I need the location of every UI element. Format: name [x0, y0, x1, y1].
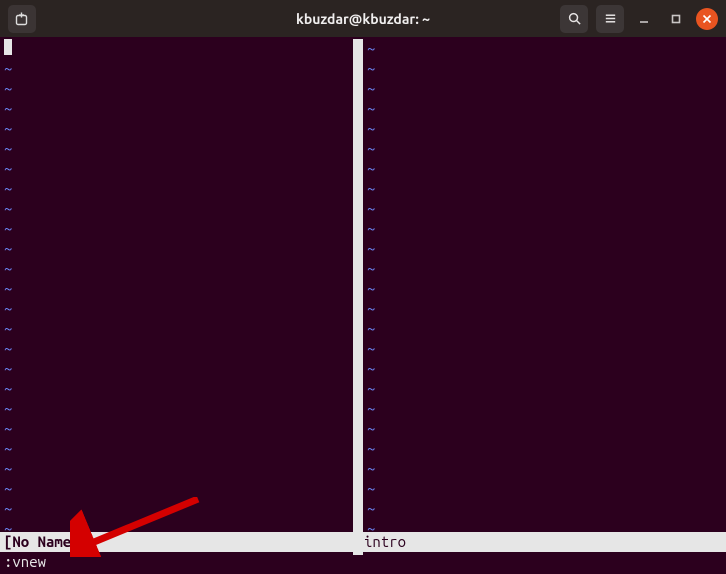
tilde-marker: ~ [367, 179, 375, 199]
tilde-marker: ~ [367, 479, 375, 499]
tilde-marker: ~ [367, 139, 375, 159]
tilde-marker: ~ [4, 259, 12, 279]
tilde-marker: ~ [4, 179, 12, 199]
tilde-marker: ~ [367, 359, 375, 379]
tilde-marker: ~ [4, 339, 12, 359]
minimize-icon [638, 13, 650, 25]
tilde-marker: ~ [367, 379, 375, 399]
tilde-marker: ~ [4, 139, 12, 159]
tilde-marker: ~ [4, 239, 12, 259]
tilde-marker: ~ [367, 239, 375, 259]
tilde-marker: ~ [4, 459, 12, 479]
close-button[interactable] [696, 8, 718, 30]
tilde-marker: ~ [367, 439, 375, 459]
tilde-marker: ~ [4, 199, 12, 219]
tilde-marker: ~ [367, 459, 375, 479]
window-title: kbuzdar@kbuzdar: ~ [296, 11, 430, 27]
tilde-marker: ~ [367, 419, 375, 439]
tilde-marker: ~ [4, 159, 12, 179]
vim-command-line[interactable]: :vnew [4, 552, 46, 572]
tilde-marker: ~ [4, 119, 12, 139]
tilde-marker: ~ [367, 499, 375, 519]
tilde-marker: ~ [367, 79, 375, 99]
tilde-marker: ~ [4, 479, 12, 499]
tilde-marker: ~ [4, 299, 12, 319]
vim-status-bar: [No Name] intro [0, 532, 726, 552]
tilde-marker: ~ [4, 99, 12, 119]
tilde-marker: ~ [4, 319, 12, 339]
tilde-marker: ~ [367, 319, 375, 339]
maximize-icon [670, 13, 682, 25]
tilde-marker: ~ [4, 279, 12, 299]
search-icon [567, 11, 582, 26]
tilde-marker: ~ [4, 59, 12, 79]
tilde-marker: ~ [367, 279, 375, 299]
tilde-marker: ~ [367, 119, 375, 139]
tilde-marker: ~ [367, 159, 375, 179]
tilde-marker: ~ [4, 399, 12, 419]
new-tab-icon [14, 11, 30, 27]
tilde-marker: ~ [4, 219, 12, 239]
tilde-marker: ~ [4, 499, 12, 519]
tilde-marker: ~ [4, 359, 12, 379]
tilde-marker: ~ [367, 59, 375, 79]
menu-icon [603, 11, 618, 26]
menu-button[interactable] [596, 5, 624, 33]
new-tab-button[interactable] [8, 5, 36, 33]
status-left-filename: [No Name] [0, 532, 80, 552]
titlebar: kbuzdar@kbuzdar: ~ [0, 0, 726, 37]
cursor [4, 39, 12, 55]
tilde-marker: ~ [367, 199, 375, 219]
tilde-marker: ~ [367, 299, 375, 319]
tilde-marker: ~ [367, 399, 375, 419]
search-button[interactable] [560, 5, 588, 33]
tilde-marker: ~ [4, 439, 12, 459]
close-icon [702, 14, 712, 24]
tilde-marker: ~ [367, 99, 375, 119]
tilde-marker: ~ [367, 339, 375, 359]
terminal-area[interactable]: ~~~~~~~~~~~~~~~~~~~~~~~~ ~~~~~~~~~~~~~~~… [0, 37, 726, 574]
tilde-marker: ~ [4, 79, 12, 99]
tilde-marker: ~ [367, 219, 375, 239]
tilde-marker: ~ [367, 39, 375, 59]
tilde-marker: ~ [4, 379, 12, 399]
vertical-split-bar [353, 39, 363, 555]
status-right-filename: intro [364, 532, 406, 552]
maximize-button[interactable] [664, 7, 688, 31]
tilde-marker: ~ [367, 259, 375, 279]
tilde-marker: ~ [4, 419, 12, 439]
minimize-button[interactable] [632, 7, 656, 31]
